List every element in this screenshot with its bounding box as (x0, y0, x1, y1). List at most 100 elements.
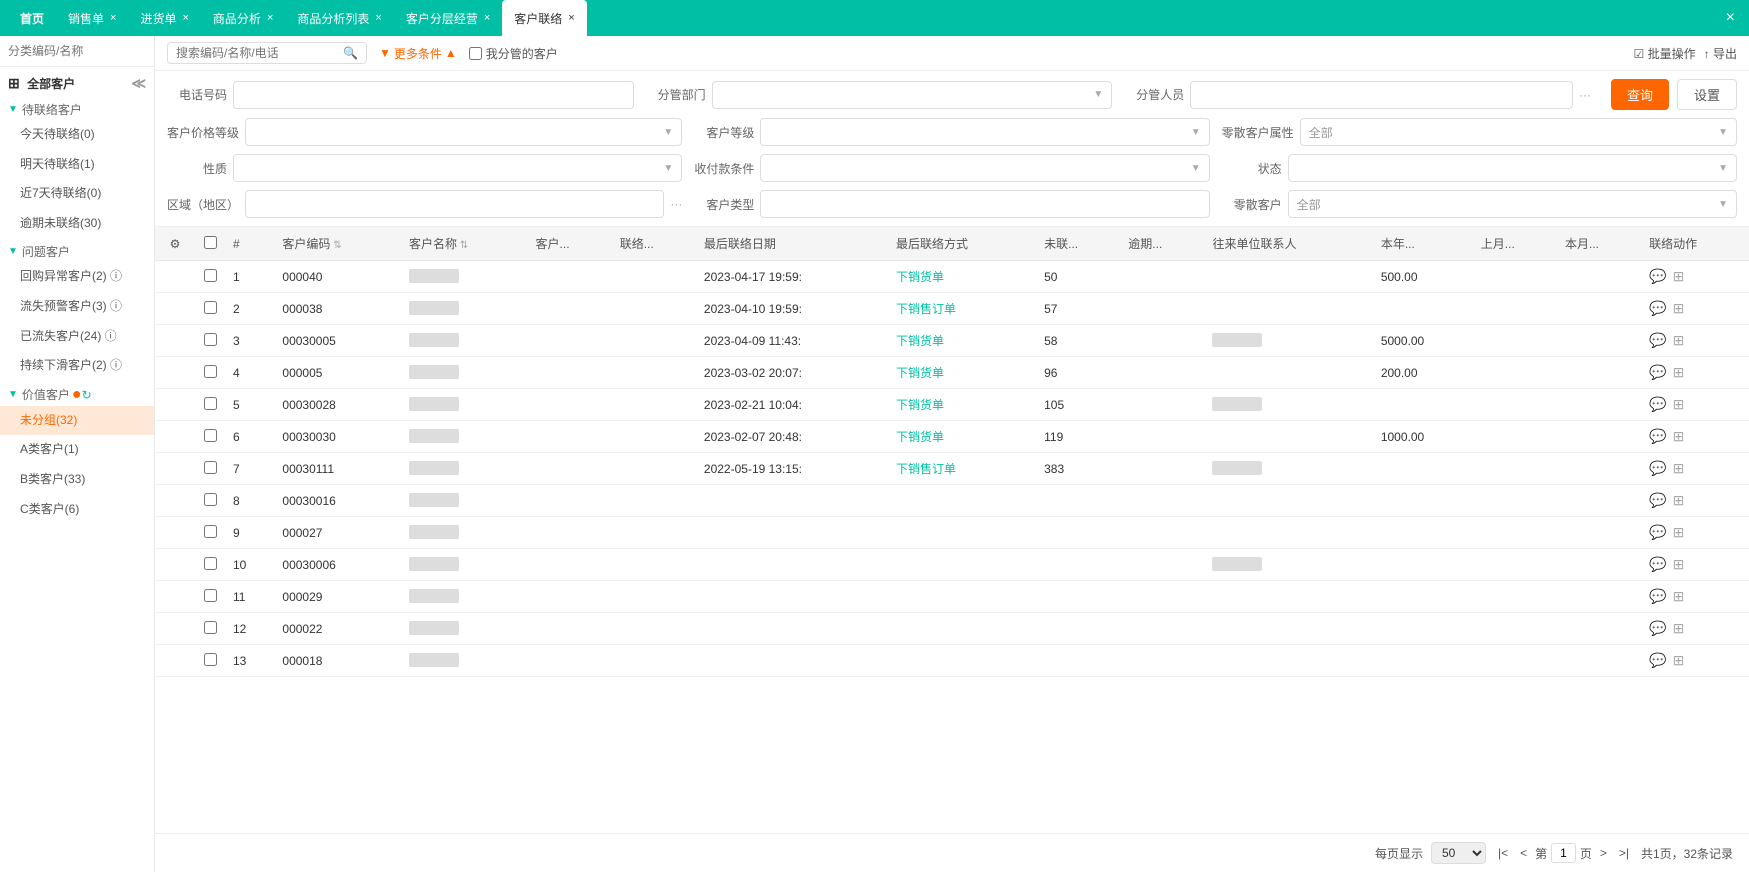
grid-action-icon[interactable]: ⊞ (1673, 396, 1685, 413)
grid-action-icon[interactable]: ⊞ (1673, 588, 1685, 605)
row-checkbox[interactable] (204, 525, 217, 538)
chat-icon[interactable]: 💬 (1649, 300, 1666, 317)
row-checkbox[interactable] (204, 621, 217, 634)
sidebar-item-today[interactable]: 今天待联络(0) (0, 120, 154, 150)
refresh-icon[interactable]: ↻ (82, 388, 92, 402)
row-last-method-link[interactable]: 下销货单 (896, 398, 944, 412)
grid-action-icon[interactable]: ⊞ (1673, 332, 1685, 349)
sidebar-item-class-c[interactable]: C类客户(6) (0, 495, 154, 525)
row-last-method-link[interactable]: 下销售订单 (896, 302, 956, 316)
page-number[interactable]: 1 (1551, 843, 1576, 863)
row-checkbox[interactable] (204, 461, 217, 474)
settings-gear-icon[interactable]: ⚙ (170, 237, 181, 251)
grid-action-icon[interactable]: ⊞ (1673, 556, 1685, 573)
zero-attr-select[interactable]: 全部 ▼ (1300, 118, 1737, 146)
tab-customer-tier[interactable]: 客户分层经营 × (394, 0, 502, 36)
grid-action-icon[interactable]: ⊞ (1673, 620, 1685, 637)
gender-select[interactable]: ▼ (233, 154, 682, 182)
tab-product-analysis-close[interactable]: × (267, 12, 273, 24)
more-conditions-button[interactable]: ▼ 更多条件 ▲ (379, 45, 457, 62)
query-button[interactable]: 查询 (1611, 79, 1669, 110)
tab-home[interactable]: 首页 (8, 0, 56, 36)
row-last-method-link[interactable]: 下销货单 (896, 270, 944, 284)
next-page-button[interactable]: > (1596, 844, 1611, 862)
tab-purchase-order-close[interactable]: × (182, 12, 188, 24)
th-check[interactable] (195, 227, 225, 261)
grid-action-icon[interactable]: ⊞ (1673, 300, 1685, 317)
refresh-dot[interactable]: ● (72, 386, 82, 404)
price-level-select[interactable]: ▼ (245, 118, 682, 146)
row-last-method-link[interactable]: 下销售订单 (896, 462, 956, 476)
tab-sales-order-close[interactable]: × (110, 12, 116, 24)
last-page-button[interactable]: >| (1615, 844, 1633, 862)
grid-action-icon[interactable]: ⊞ (1673, 524, 1685, 541)
chat-icon[interactable]: 💬 (1649, 396, 1666, 413)
chat-icon[interactable]: 💬 (1649, 492, 1666, 509)
sidebar-item-ungrouped[interactable]: 未分组(32) (0, 406, 154, 436)
sidebar-item-class-a[interactable]: A类客户(1) (0, 435, 154, 465)
sidebar-all-customers[interactable]: ⊞ 全部客户 ≪ (0, 67, 154, 96)
row-checkbox[interactable] (204, 333, 217, 346)
grid-action-icon[interactable]: ⊞ (1673, 268, 1685, 285)
area-select[interactable] (245, 190, 664, 218)
my-customers-checkbox[interactable] (469, 47, 482, 60)
tab-sales-order[interactable]: 销售单 × (56, 0, 128, 36)
sidebar-item-declining[interactable]: 持续下滑客户(2) ⓘ (0, 351, 154, 381)
close-all-button[interactable]: × (1720, 9, 1741, 27)
row-checkbox[interactable] (204, 269, 217, 282)
chat-icon[interactable]: 💬 (1649, 364, 1666, 381)
zero-customer-select[interactable]: 全部 ▼ (1288, 190, 1737, 218)
select-all-checkbox[interactable] (204, 236, 217, 249)
prev-page-button[interactable]: < (1516, 844, 1531, 862)
chat-icon[interactable]: 💬 (1649, 460, 1666, 477)
chat-icon[interactable]: 💬 (1649, 620, 1666, 637)
status-select[interactable]: ▼ (1288, 154, 1737, 182)
row-checkbox[interactable] (204, 589, 217, 602)
first-page-button[interactable]: |< (1494, 844, 1512, 862)
sidebar-item-overdue[interactable]: 逾期未联络(30) (0, 209, 154, 239)
tab-product-analysis[interactable]: 商品分析 × (201, 0, 285, 36)
row-checkbox[interactable] (204, 493, 217, 506)
chat-icon[interactable]: 💬 (1649, 428, 1666, 445)
tab-customer-contact[interactable]: 客户联络 × (502, 0, 586, 36)
reset-button[interactable]: 设置 (1677, 79, 1737, 110)
dept-select[interactable]: ▼ (712, 81, 1113, 109)
per-page-select[interactable]: 50 20 100 (1431, 842, 1486, 864)
sidebar-item-class-b[interactable]: B类客户(33) (0, 465, 154, 495)
th-name[interactable]: 客户名称 (401, 227, 528, 261)
th-code[interactable]: 客户编码 (274, 227, 401, 261)
grid-action-icon[interactable]: ⊞ (1673, 652, 1685, 669)
collapse-sidebar-icon[interactable]: ≪ (131, 75, 146, 92)
sidebar-search-input[interactable] (8, 44, 155, 58)
tab-product-analysis-list[interactable]: 商品分析列表 × (285, 0, 393, 36)
chat-icon[interactable]: 💬 (1649, 652, 1666, 669)
area-dots[interactable]: ··· (670, 197, 682, 211)
sidebar-item-repurchase-abnormal[interactable]: 回购异常客户(2) ⓘ (0, 262, 154, 292)
chat-icon[interactable]: 💬 (1649, 556, 1666, 573)
chat-icon[interactable]: 💬 (1649, 524, 1666, 541)
grid-action-icon[interactable]: ⊞ (1673, 460, 1685, 477)
tab-purchase-order[interactable]: 进货单 × (128, 0, 200, 36)
th-settings[interactable]: ⚙ (155, 227, 195, 261)
row-checkbox[interactable] (204, 397, 217, 410)
phone-input[interactable] (233, 81, 634, 109)
manager-dots[interactable]: ··· (1579, 88, 1591, 102)
row-last-method-link[interactable]: 下销货单 (896, 334, 944, 348)
grid-action-icon[interactable]: ⊞ (1673, 428, 1685, 445)
row-checkbox[interactable] (204, 429, 217, 442)
search-submit-icon[interactable]: 🔍 (343, 46, 358, 60)
sidebar-item-churn-warning[interactable]: 流失预警客户(3) ⓘ (0, 292, 154, 322)
payment-select[interactable]: ▼ (760, 154, 1209, 182)
tab-customer-contact-close[interactable]: × (568, 12, 574, 24)
batch-ops-button[interactable]: ☑ 批量操作 (1634, 45, 1696, 62)
tab-customer-tier-close[interactable]: × (484, 12, 490, 24)
customer-level-select[interactable]: ▼ (760, 118, 1209, 146)
search-input[interactable] (176, 46, 343, 60)
customer-type-select[interactable] (760, 190, 1209, 218)
chat-icon[interactable]: 💬 (1649, 268, 1666, 285)
chat-icon[interactable]: 💬 (1649, 332, 1666, 349)
export-button[interactable]: ↑ 导出 (1704, 45, 1737, 62)
sidebar-item-7days[interactable]: 近7天待联络(0) (0, 179, 154, 209)
row-last-method-link[interactable]: 下销货单 (896, 430, 944, 444)
row-checkbox[interactable] (204, 653, 217, 666)
